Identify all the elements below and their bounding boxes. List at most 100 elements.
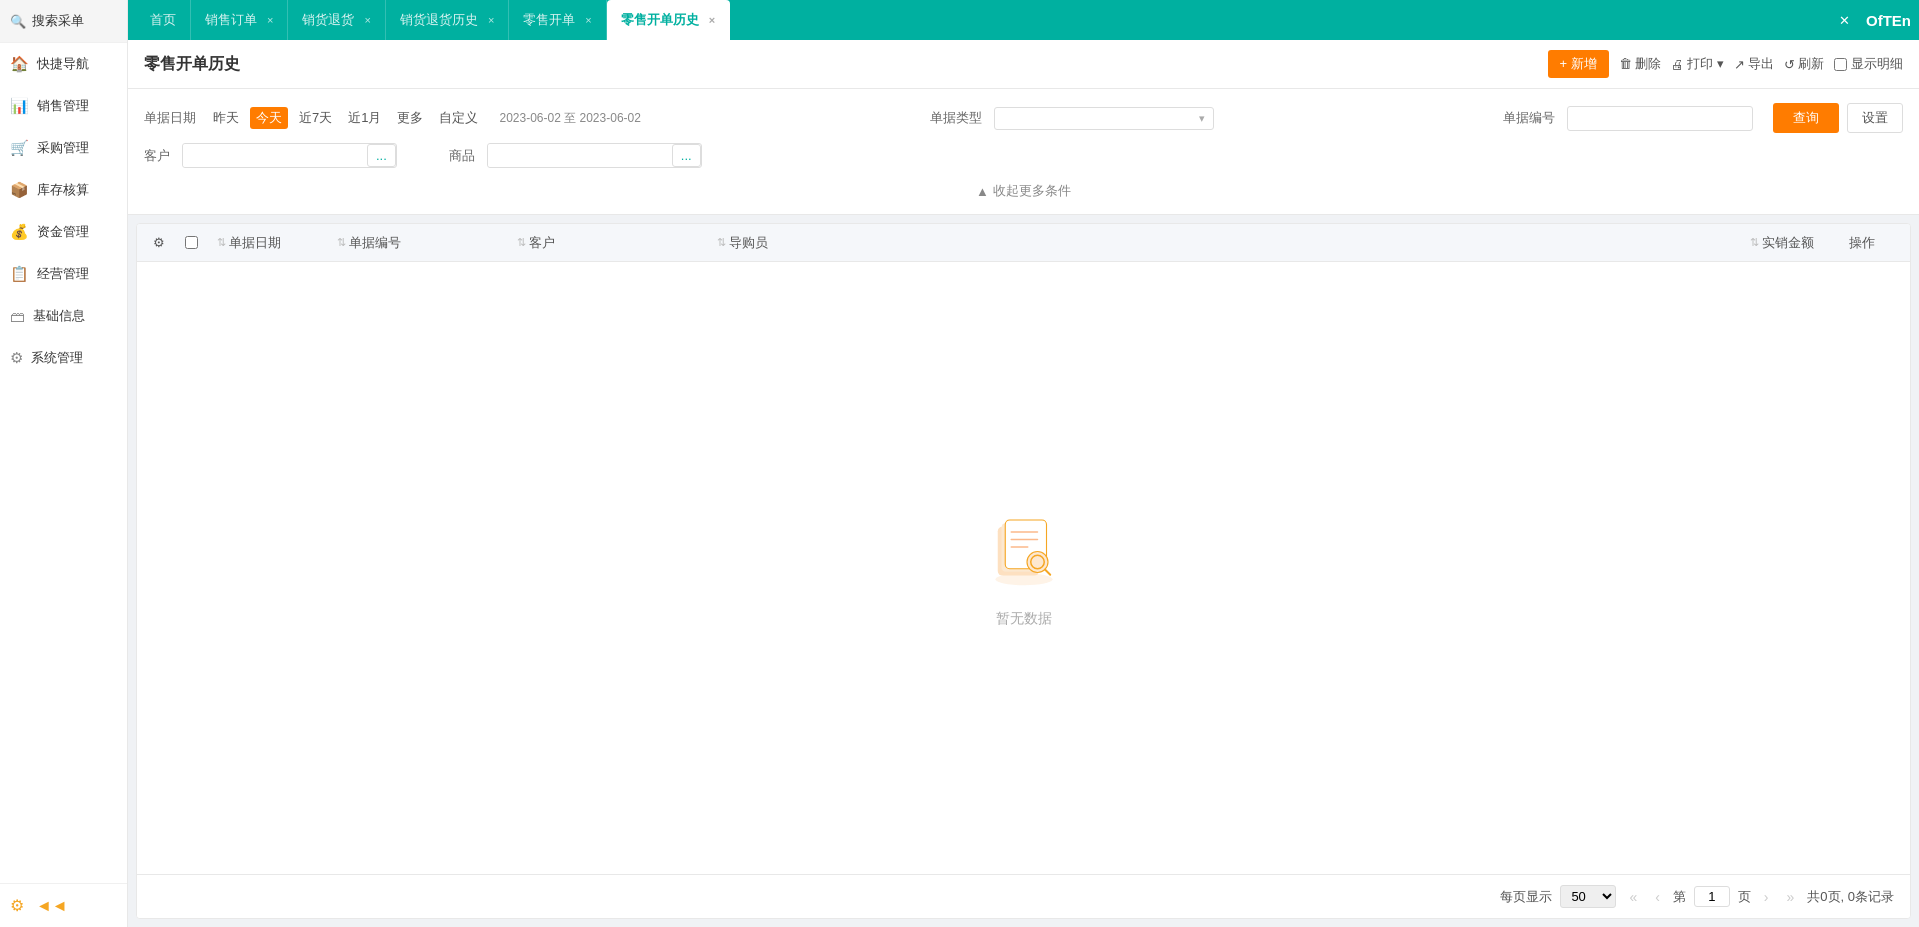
goods-ellipsis[interactable]: ... xyxy=(672,144,701,167)
query-button[interactable]: 查询 xyxy=(1773,103,1839,133)
tab-sales-return-close[interactable]: × xyxy=(364,14,370,26)
th-amount[interactable]: ⇅ 实销金额 xyxy=(1702,234,1822,252)
date-btn-more[interactable]: 更多 xyxy=(392,107,428,129)
page-label: 第 xyxy=(1673,888,1686,906)
toolbar-actions: + 新增 🗑 删除 🖨 🖨 打印 打印 ▾ ↗ 导出 ↺ 刷新 显示 xyxy=(1548,50,1903,78)
th-customer[interactable]: ⇅ 客户 xyxy=(509,234,709,252)
tab-sales-return-label: 销货退货 xyxy=(302,11,354,29)
settings-icon: ⚙ xyxy=(153,235,165,250)
sort-icon: ⇅ xyxy=(217,236,226,249)
date-label: 单据日期 xyxy=(144,109,196,127)
refresh-button[interactable]: ↺ 刷新 xyxy=(1784,55,1824,73)
goods-label: 商品 xyxy=(449,147,475,165)
per-page-select[interactable]: 50 10 20 100 xyxy=(1560,885,1616,908)
last-page-button[interactable]: » xyxy=(1782,887,1800,907)
sidebar-item-purchase-mgmt[interactable]: 🛒 采购管理 xyxy=(0,127,127,169)
print-button[interactable]: 🖨 🖨 打印 打印 ▾ xyxy=(1671,55,1724,73)
prev-page-button[interactable]: ‹ xyxy=(1650,887,1665,907)
tab-retail-open-close[interactable]: × xyxy=(585,14,591,26)
sys-icon: ⚙ xyxy=(10,349,23,367)
sidebar-item-sales-mgmt[interactable]: 📊 销售管理 xyxy=(0,85,127,127)
th-sno-label: 单据编号 xyxy=(349,234,401,252)
empty-state: 暂无数据 xyxy=(979,508,1069,628)
page-suffix: 页 xyxy=(1738,888,1751,906)
table-header: ⚙ ⇅ 单据日期 ⇅ 单据编号 ⇅ 客户 ⇅ xyxy=(137,224,1910,262)
tab-sales-return-history-close[interactable]: × xyxy=(488,14,494,26)
delete-button[interactable]: 🗑 删除 xyxy=(1619,55,1662,73)
tab-home[interactable]: 首页 xyxy=(136,0,191,40)
collapse-sidebar-icon[interactable]: ◄◄ xyxy=(36,897,68,915)
sidebar-item-finance[interactable]: 💰 资金管理 xyxy=(0,211,127,253)
table-body: 暂无数据 xyxy=(137,262,1910,874)
sidebar-item-label: 销售管理 xyxy=(37,97,89,115)
sales-icon: 📊 xyxy=(10,97,29,115)
setting-button[interactable]: 设置 xyxy=(1847,103,1903,133)
tab-sales-return[interactable]: 销货退货 × xyxy=(288,0,385,40)
tab-sales-order[interactable]: 销售订单 × xyxy=(191,0,288,40)
date-btn-1month[interactable]: 近1月 xyxy=(343,107,386,129)
customer-ellipsis[interactable]: ... xyxy=(367,144,396,167)
date-btn-today[interactable]: 今天 xyxy=(250,107,288,129)
tab-retail-open-history[interactable]: 零售开单历史 × xyxy=(607,0,730,40)
topbar: 首页 销售订单 × 销货退货 × 销货退货历史 × 零售开单 × 零售开单历史 … xyxy=(128,0,1919,40)
pagination: 每页显示 50 10 20 100 « ‹ 第 1 页 › » 共0页, 0条记… xyxy=(137,874,1910,918)
date-range: 2023-06-02 至 2023-06-02 xyxy=(499,110,640,127)
date-btn-7days[interactable]: 近7天 xyxy=(294,107,337,129)
th-sno[interactable]: ⇅ 单据编号 xyxy=(329,234,509,252)
sidebar-search-label: 搜索采单 xyxy=(32,12,84,30)
date-btn-custom[interactable]: 自定义 xyxy=(434,107,483,129)
sidebar-item-label: 库存核算 xyxy=(37,181,89,199)
th-action-label: 操作 xyxy=(1849,234,1875,252)
th-salesperson[interactable]: ⇅ 导购员 xyxy=(709,234,829,252)
add-button[interactable]: + 新增 xyxy=(1548,50,1609,78)
select-all-checkbox[interactable] xyxy=(185,236,198,249)
topbar-close-all[interactable]: ✕ xyxy=(1839,13,1850,28)
th-amount-label: 实销金额 xyxy=(1762,234,1814,252)
th-action: 操作 xyxy=(1822,234,1902,252)
tab-sales-order-close[interactable]: × xyxy=(267,14,273,26)
refresh-label: 刷新 xyxy=(1798,55,1824,73)
goods-input[interactable] xyxy=(488,144,672,167)
th-checkbox[interactable] xyxy=(177,236,209,249)
settings-icon[interactable]: ⚙ xyxy=(10,896,24,915)
sidebar-item-quick-nav[interactable]: 🏠 快捷导航 xyxy=(0,43,127,85)
doc-no-input[interactable] xyxy=(1567,106,1753,131)
tab-retail-open[interactable]: 零售开单 × xyxy=(509,0,606,40)
sidebar-item-sys-mgmt[interactable]: ⚙ 系统管理 xyxy=(0,337,127,379)
main-area: 首页 销售订单 × 销货退货 × 销货退货历史 × 零售开单 × 零售开单历史 … xyxy=(128,0,1919,927)
filter-area: 单据日期 昨天 今天 近7天 近1月 更多 自定义 2023-06-02 至 2… xyxy=(128,89,1919,215)
th-settings[interactable]: ⚙ xyxy=(145,235,177,250)
tab-sales-order-label: 销售订单 xyxy=(205,11,257,29)
customer-input[interactable] xyxy=(183,144,367,167)
display-detail-checkbox[interactable] xyxy=(1834,58,1847,71)
inventory-icon: 📦 xyxy=(10,181,29,199)
tab-sales-return-history[interactable]: 销货退货历史 × xyxy=(386,0,509,40)
export-label: 导出 xyxy=(1748,55,1774,73)
chevron-up-icon: ▲ xyxy=(976,184,989,199)
purchase-icon: 🛒 xyxy=(10,139,29,157)
per-page-label: 每页显示 xyxy=(1500,888,1552,906)
date-btn-yesterday[interactable]: 昨天 xyxy=(208,107,244,129)
th-date[interactable]: ⇅ 单据日期 xyxy=(209,234,329,252)
first-page-button[interactable]: « xyxy=(1624,887,1642,907)
sidebar-item-label: 基础信息 xyxy=(33,307,85,325)
filter-row-2: 客户 ... 商品 ... xyxy=(144,143,1903,168)
page-input[interactable]: 1 xyxy=(1694,886,1730,907)
sidebar-bottom: ⚙ ◄◄ xyxy=(0,883,127,927)
next-page-button[interactable]: › xyxy=(1759,887,1774,907)
sort-icon: ⇅ xyxy=(1750,236,1759,249)
customer-label: 客户 xyxy=(144,147,170,165)
export-button[interactable]: ↗ 导出 xyxy=(1734,55,1774,73)
empty-illustration xyxy=(979,508,1069,598)
brand-label: OfTEn xyxy=(1866,12,1911,29)
sidebar-search[interactable]: 🔍 搜索采单 xyxy=(0,0,127,43)
sidebar-item-ops-mgmt[interactable]: 📋 经营管理 xyxy=(0,253,127,295)
sidebar-item-label: 系统管理 xyxy=(31,349,83,367)
chevron-down-icon: ▾ xyxy=(1199,112,1205,125)
display-detail-toggle[interactable]: 显示明细 xyxy=(1834,55,1903,73)
sidebar-item-base-info[interactable]: 🗃 基础信息 xyxy=(0,295,127,337)
collapse-filter-btn[interactable]: ▲ 收起更多条件 xyxy=(144,178,1903,200)
sidebar-item-inventory[interactable]: 📦 库存核算 xyxy=(0,169,127,211)
tab-retail-open-history-close[interactable]: × xyxy=(709,14,715,26)
doc-type-select[interactable]: ▾ xyxy=(994,107,1214,130)
